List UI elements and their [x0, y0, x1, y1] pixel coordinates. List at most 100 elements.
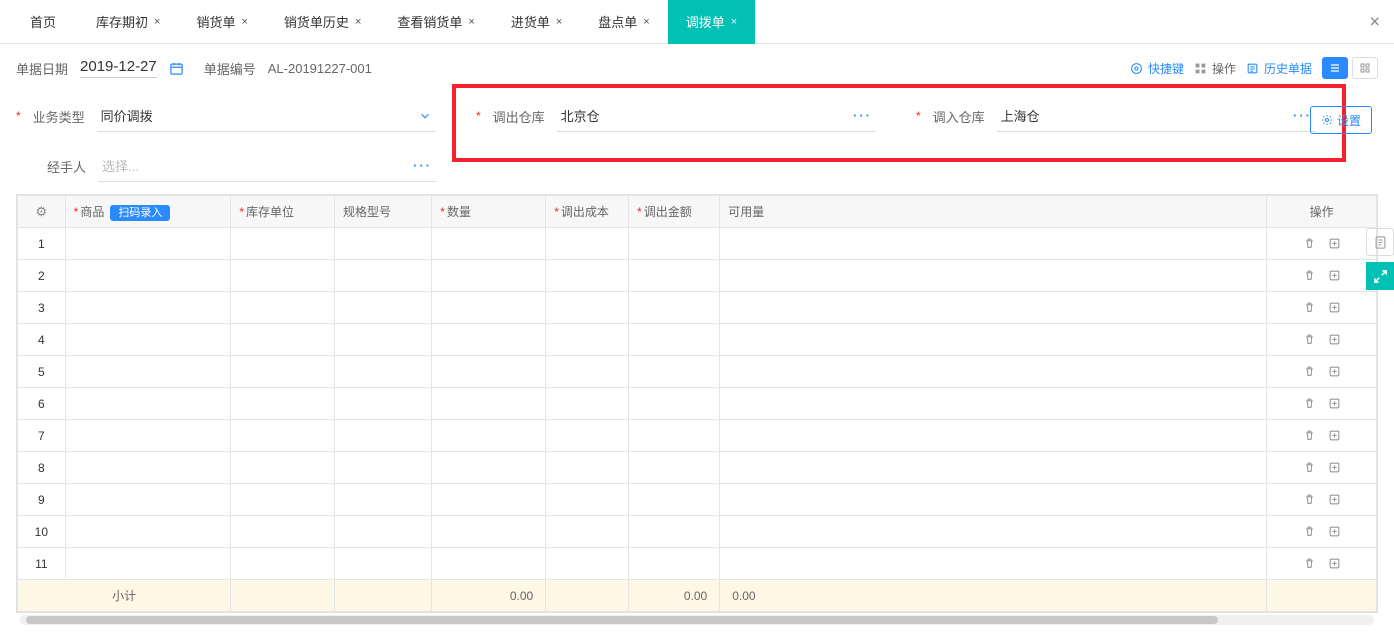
delete-icon[interactable] — [1303, 333, 1316, 346]
cell-qty[interactable] — [432, 420, 546, 452]
shortcut-link[interactable]: 快捷键 — [1130, 60, 1184, 77]
more-icon[interactable]: ··· — [853, 108, 872, 123]
cell-spec[interactable] — [334, 228, 431, 260]
close-icon[interactable]: × — [355, 16, 361, 28]
cell-unit[interactable] — [231, 484, 335, 516]
cell-avail[interactable] — [720, 292, 1267, 324]
cell-spec[interactable] — [334, 292, 431, 324]
add-icon[interactable] — [1328, 557, 1341, 570]
scrollbar-thumb[interactable] — [26, 616, 1218, 624]
cell-spec[interactable] — [334, 388, 431, 420]
delete-icon[interactable] — [1303, 365, 1316, 378]
delete-icon[interactable] — [1303, 461, 1316, 474]
fullscreen-button[interactable] — [1366, 262, 1394, 290]
cell-amount[interactable] — [629, 388, 720, 420]
add-icon[interactable] — [1328, 525, 1341, 538]
close-icon[interactable]: × — [154, 16, 160, 28]
delete-icon[interactable] — [1303, 557, 1316, 570]
close-icon[interactable]: × — [241, 16, 247, 28]
delete-icon[interactable] — [1303, 397, 1316, 410]
table-row[interactable]: 11 — [18, 548, 1377, 580]
view-grid-button[interactable] — [1352, 57, 1378, 79]
add-icon[interactable] — [1328, 365, 1341, 378]
delete-icon[interactable] — [1303, 237, 1316, 250]
add-icon[interactable] — [1328, 333, 1341, 346]
cell-product[interactable] — [65, 260, 231, 292]
table-row[interactable]: 9 — [18, 484, 1377, 516]
view-list-button[interactable] — [1322, 57, 1348, 79]
cell-cost[interactable] — [546, 228, 629, 260]
cell-unit[interactable] — [231, 516, 335, 548]
cell-product[interactable] — [65, 516, 231, 548]
col-settings[interactable]: ⚙ — [18, 196, 66, 228]
tab-stock-init[interactable]: 库存期初× — [78, 0, 178, 44]
cell-product[interactable] — [65, 292, 231, 324]
cell-qty[interactable] — [432, 484, 546, 516]
cell-spec[interactable] — [334, 260, 431, 292]
add-icon[interactable] — [1328, 269, 1341, 282]
add-icon[interactable] — [1328, 397, 1341, 410]
cell-amount[interactable] — [629, 292, 720, 324]
tab-view-sales[interactable]: 查看销货单× — [379, 0, 492, 44]
tab-home[interactable]: 首页 — [8, 0, 78, 44]
cell-cost[interactable] — [546, 484, 629, 516]
cell-avail[interactable] — [720, 324, 1267, 356]
cell-amount[interactable] — [629, 324, 720, 356]
add-icon[interactable] — [1328, 237, 1341, 250]
cell-unit[interactable] — [231, 452, 335, 484]
tab-inventory[interactable]: 盘点单× — [580, 0, 667, 44]
cell-spec[interactable] — [334, 356, 431, 388]
cell-product[interactable] — [65, 420, 231, 452]
cell-avail[interactable] — [720, 420, 1267, 452]
cell-amount[interactable] — [629, 228, 720, 260]
delete-icon[interactable] — [1303, 525, 1316, 538]
more-icon[interactable]: ··· — [413, 158, 432, 173]
cell-avail[interactable] — [720, 356, 1267, 388]
cell-cost[interactable] — [546, 388, 629, 420]
settings-button[interactable]: 设置 — [1310, 106, 1372, 134]
cell-spec[interactable] — [334, 484, 431, 516]
tab-transfer[interactable]: 调拨单× — [668, 0, 755, 44]
date-value[interactable]: 2019-12-27 — [80, 58, 157, 78]
cell-amount[interactable] — [629, 516, 720, 548]
delete-icon[interactable] — [1303, 269, 1316, 282]
table-row[interactable]: 6 — [18, 388, 1377, 420]
cell-amount[interactable] — [629, 548, 720, 580]
add-icon[interactable] — [1328, 301, 1341, 314]
chevron-down-icon[interactable] — [418, 109, 432, 123]
cell-spec[interactable] — [334, 516, 431, 548]
cell-spec[interactable] — [334, 324, 431, 356]
cell-amount[interactable] — [629, 452, 720, 484]
add-icon[interactable] — [1328, 461, 1341, 474]
calendar-icon[interactable] — [169, 61, 184, 76]
cell-product[interactable] — [65, 356, 231, 388]
cell-qty[interactable] — [432, 452, 546, 484]
cell-unit[interactable] — [231, 356, 335, 388]
handler-field[interactable]: 经手人 选择... ··· — [16, 150, 436, 182]
delete-icon[interactable] — [1303, 301, 1316, 314]
close-icon[interactable]: × — [643, 16, 649, 28]
cell-qty[interactable] — [432, 516, 546, 548]
cell-unit[interactable] — [231, 260, 335, 292]
tab-sales-order[interactable]: 销货单× — [178, 0, 265, 44]
cell-cost[interactable] — [546, 420, 629, 452]
horizontal-scrollbar[interactable] — [20, 615, 1374, 625]
table-row[interactable]: 1 — [18, 228, 1377, 260]
cell-spec[interactable] — [334, 420, 431, 452]
notes-button[interactable] — [1366, 228, 1394, 256]
cell-cost[interactable] — [546, 324, 629, 356]
cell-avail[interactable] — [720, 548, 1267, 580]
delete-icon[interactable] — [1303, 493, 1316, 506]
table-row[interactable]: 4 — [18, 324, 1377, 356]
cell-product[interactable] — [65, 548, 231, 580]
cell-avail[interactable] — [720, 452, 1267, 484]
cell-cost[interactable] — [546, 516, 629, 548]
cell-avail[interactable] — [720, 516, 1267, 548]
cell-qty[interactable] — [432, 356, 546, 388]
cell-unit[interactable] — [231, 228, 335, 260]
biz-type-field[interactable]: * 业务类型 同价调拨 — [16, 100, 436, 132]
cell-amount[interactable] — [629, 484, 720, 516]
cell-product[interactable] — [65, 452, 231, 484]
cell-qty[interactable] — [432, 228, 546, 260]
cell-avail[interactable] — [720, 228, 1267, 260]
